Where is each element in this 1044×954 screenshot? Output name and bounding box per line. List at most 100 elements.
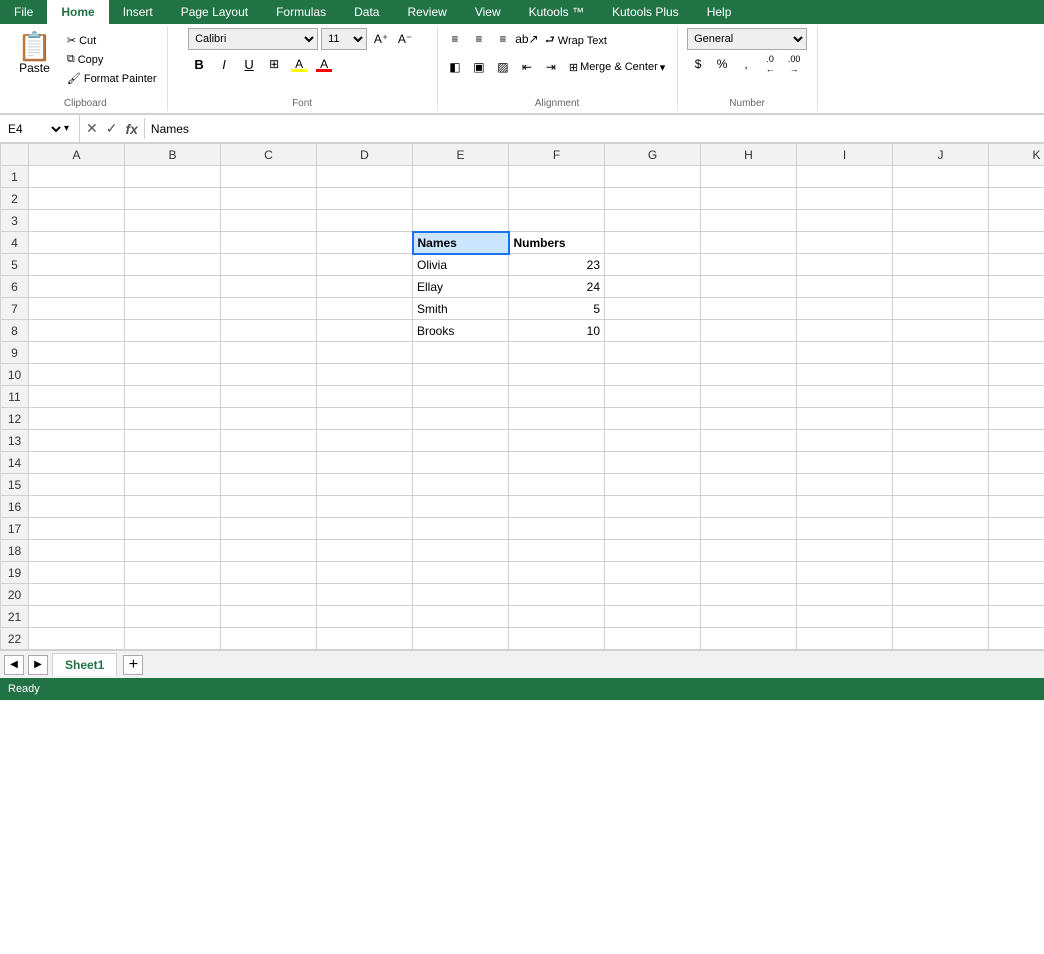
orientation-button[interactable]: ab↗ xyxy=(516,28,538,50)
align-top-right-button[interactable]: ≡ xyxy=(492,28,514,50)
font-name-select[interactable]: Calibri xyxy=(188,28,318,50)
cell-B17[interactable] xyxy=(125,518,221,540)
cell-B22[interactable] xyxy=(125,628,221,650)
cell-E5[interactable]: Olivia xyxy=(413,254,509,276)
cell-K3[interactable] xyxy=(989,210,1044,232)
cell-F2[interactable] xyxy=(509,188,605,210)
cell-D20[interactable] xyxy=(317,584,413,606)
cell-A21[interactable] xyxy=(29,606,125,628)
cell-A12[interactable] xyxy=(29,408,125,430)
cell-E2[interactable] xyxy=(413,188,509,210)
cell-I16[interactable] xyxy=(797,496,893,518)
cell-C12[interactable] xyxy=(221,408,317,430)
cell-F15[interactable] xyxy=(509,474,605,496)
cell-G9[interactable] xyxy=(605,342,701,364)
col-header-H[interactable]: H xyxy=(701,144,797,166)
percent-button[interactable]: % xyxy=(711,53,733,75)
cell-A16[interactable] xyxy=(29,496,125,518)
cell-A3[interactable] xyxy=(29,210,125,232)
cell-J3[interactable] xyxy=(893,210,989,232)
tab-help[interactable]: Help xyxy=(693,0,746,24)
cell-F12[interactable] xyxy=(509,408,605,430)
cell-E1[interactable] xyxy=(413,166,509,188)
cell-J22[interactable] xyxy=(893,628,989,650)
tab-file[interactable]: File xyxy=(0,0,47,24)
cell-J11[interactable] xyxy=(893,386,989,408)
cell-E9[interactable] xyxy=(413,342,509,364)
cell-H1[interactable] xyxy=(701,166,797,188)
cell-C7[interactable] xyxy=(221,298,317,320)
cell-D7[interactable] xyxy=(317,298,413,320)
cell-F10[interactable] xyxy=(509,364,605,386)
cell-A5[interactable] xyxy=(29,254,125,276)
cell-K5[interactable] xyxy=(989,254,1044,276)
tab-insert[interactable]: Insert xyxy=(109,0,167,24)
col-header-G[interactable]: G xyxy=(605,144,701,166)
cell-K10[interactable] xyxy=(989,364,1044,386)
cell-D22[interactable] xyxy=(317,628,413,650)
cell-I9[interactable] xyxy=(797,342,893,364)
cell-H18[interactable] xyxy=(701,540,797,562)
cell-B3[interactable] xyxy=(125,210,221,232)
cell-J18[interactable] xyxy=(893,540,989,562)
cell-I4[interactable] xyxy=(797,232,893,254)
decrease-font-button[interactable]: A⁻ xyxy=(394,28,416,50)
cell-G13[interactable] xyxy=(605,430,701,452)
cell-B15[interactable] xyxy=(125,474,221,496)
fill-color-button[interactable]: A xyxy=(288,53,310,75)
cut-button[interactable]: ✂ Cut xyxy=(63,32,161,49)
cell-G18[interactable] xyxy=(605,540,701,562)
cell-H10[interactable] xyxy=(701,364,797,386)
cell-D18[interactable] xyxy=(317,540,413,562)
cell-J21[interactable] xyxy=(893,606,989,628)
cell-C4[interactable] xyxy=(221,232,317,254)
cell-H13[interactable] xyxy=(701,430,797,452)
comma-button[interactable]: , xyxy=(735,53,757,75)
cell-F5[interactable]: 23 xyxy=(509,254,605,276)
cell-G21[interactable] xyxy=(605,606,701,628)
add-sheet-button[interactable]: + xyxy=(123,655,143,675)
cell-C22[interactable] xyxy=(221,628,317,650)
increase-indent-button[interactable]: ⇥ xyxy=(540,56,562,78)
italic-button[interactable]: I xyxy=(213,53,235,75)
cancel-formula-icon[interactable]: ✕ xyxy=(84,118,100,139)
tab-kutools[interactable]: Kutools ™ xyxy=(515,0,598,24)
decrease-indent-button[interactable]: ⇤ xyxy=(516,56,538,78)
tab-home[interactable]: Home xyxy=(47,0,108,24)
cell-F21[interactable] xyxy=(509,606,605,628)
cell-I8[interactable] xyxy=(797,320,893,342)
cell-I13[interactable] xyxy=(797,430,893,452)
cell-F18[interactable] xyxy=(509,540,605,562)
cell-E20[interactable] xyxy=(413,584,509,606)
cell-C8[interactable] xyxy=(221,320,317,342)
cell-G17[interactable] xyxy=(605,518,701,540)
sheet-nav-right[interactable]: ▶ xyxy=(28,655,48,675)
cell-D8[interactable] xyxy=(317,320,413,342)
cell-J1[interactable] xyxy=(893,166,989,188)
insert-function-icon[interactable]: fx xyxy=(123,119,139,139)
cell-I22[interactable] xyxy=(797,628,893,650)
col-header-J[interactable]: J xyxy=(893,144,989,166)
cell-G2[interactable] xyxy=(605,188,701,210)
cell-J16[interactable] xyxy=(893,496,989,518)
cell-ref-dropdown-icon[interactable]: ▾ xyxy=(64,123,69,134)
cell-F3[interactable] xyxy=(509,210,605,232)
number-format-select[interactable]: General xyxy=(687,28,807,50)
cell-I1[interactable] xyxy=(797,166,893,188)
cell-C16[interactable] xyxy=(221,496,317,518)
cell-E6[interactable]: Ellay xyxy=(413,276,509,298)
cell-C20[interactable] xyxy=(221,584,317,606)
increase-font-button[interactable]: A⁺ xyxy=(370,28,392,50)
col-header-I[interactable]: I xyxy=(797,144,893,166)
cell-F1[interactable] xyxy=(509,166,605,188)
cell-J6[interactable] xyxy=(893,276,989,298)
cell-I12[interactable] xyxy=(797,408,893,430)
cell-A22[interactable] xyxy=(29,628,125,650)
cell-D10[interactable] xyxy=(317,364,413,386)
cell-F19[interactable] xyxy=(509,562,605,584)
cell-J8[interactable] xyxy=(893,320,989,342)
cell-K16[interactable] xyxy=(989,496,1044,518)
cell-I21[interactable] xyxy=(797,606,893,628)
format-painter-button[interactable]: 🖌 Format Painter xyxy=(63,70,161,87)
cell-H19[interactable] xyxy=(701,562,797,584)
